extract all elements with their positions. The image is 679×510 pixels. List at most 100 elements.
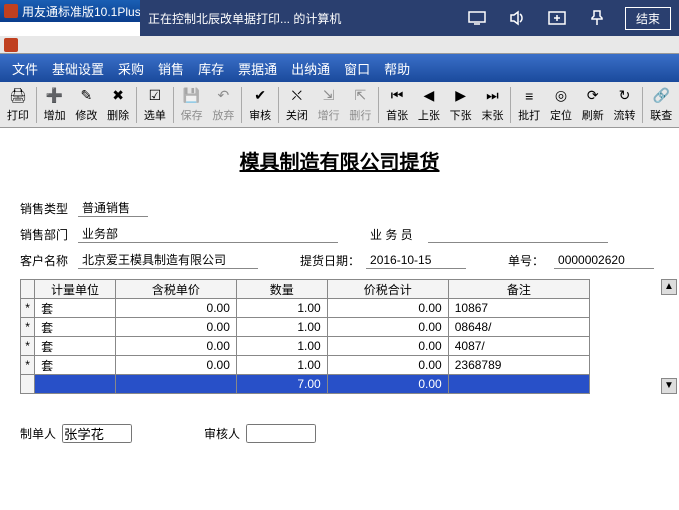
scroll-down-button[interactable]: ▼ bbox=[661, 378, 677, 394]
delete-icon: ✖ bbox=[109, 87, 127, 105]
toolbar-flow-button[interactable]: ↻ 流转 bbox=[610, 84, 640, 126]
plus-icon: ➕ bbox=[46, 87, 64, 105]
batch-icon: ≡ bbox=[520, 87, 538, 105]
menu-window[interactable]: 窗口 bbox=[344, 59, 370, 78]
menu-bar: 文件 基础设置 采购 销售 库存 票据通 出纳通 窗口 帮助 bbox=[0, 54, 679, 82]
menu-sale[interactable]: 销售 bbox=[158, 59, 184, 78]
edit-icon: ✎ bbox=[77, 87, 95, 105]
toolbar-label: 联查 bbox=[650, 107, 672, 123]
select-icon: ☑ bbox=[146, 87, 164, 105]
link-icon: 🔗 bbox=[652, 87, 670, 105]
toolbar-edit-button[interactable]: ✎ 修改 bbox=[72, 84, 102, 126]
toolbar-label: 修改 bbox=[75, 107, 97, 123]
toolbar-label: 批打 bbox=[518, 107, 540, 123]
date-field[interactable] bbox=[366, 251, 466, 269]
toolbar-label: 选单 bbox=[144, 107, 166, 123]
locate-icon: ◎ bbox=[552, 87, 570, 105]
toolbar-label: 删除 bbox=[107, 107, 129, 123]
end-label: 结束 bbox=[636, 12, 660, 26]
monitor-icon[interactable] bbox=[463, 4, 491, 32]
end-session-button[interactable]: 结束 bbox=[625, 7, 671, 30]
menu-cash[interactable]: 出纳通 bbox=[291, 59, 330, 78]
table-row[interactable]: *套0.001.000.0010867 bbox=[21, 299, 590, 318]
delrow-icon: ⇱ bbox=[351, 87, 369, 105]
col-header[interactable]: 数量 bbox=[236, 280, 327, 299]
menu-stock[interactable]: 库存 bbox=[198, 59, 224, 78]
cust-field[interactable] bbox=[78, 251, 258, 269]
toolbar-plus-button[interactable]: ➕ 增加 bbox=[40, 84, 70, 126]
undo-icon: ↶ bbox=[214, 87, 232, 105]
menu-bill[interactable]: 票据通 bbox=[238, 59, 277, 78]
save-icon: 💾 bbox=[183, 87, 201, 105]
form-area: 模具制造有限公司提货 销售类型 销售部门 业 务 员 客户名称 提货日期： 单号… bbox=[0, 128, 679, 510]
toolbar-last-button[interactable]: ⏭ 末张 bbox=[478, 84, 508, 126]
speaker-icon[interactable] bbox=[503, 4, 531, 32]
toolbar-close-button[interactable]: ⛌关闭 bbox=[282, 84, 312, 126]
table-row[interactable]: *套0.001.000.002368789 bbox=[21, 356, 590, 375]
form-title: 模具制造有限公司提货 bbox=[20, 146, 659, 175]
col-header[interactable]: 备注 bbox=[448, 280, 589, 299]
toolbar: 🖨打印➕增加✎修改✖删除☑选单💾保存↶放弃✔审核⛌关闭⇲增行⇱删行⏮首张◀上张▶… bbox=[0, 82, 679, 128]
sale-type-field[interactable] bbox=[78, 199, 148, 217]
docno-label: 单号： bbox=[508, 252, 548, 269]
auditor-field[interactable] bbox=[246, 424, 316, 443]
last-icon: ⏭ bbox=[483, 87, 501, 105]
toolbar-label: 首张 bbox=[386, 107, 408, 123]
col-header[interactable]: 价税合计 bbox=[327, 280, 448, 299]
toolbar-label: 增加 bbox=[44, 107, 66, 123]
toolbar-prev-button[interactable]: ◀ 上张 bbox=[414, 84, 444, 126]
grid-wrap: 计量单位含税单价数量价税合计备注 *套0.001.000.0010867*套0.… bbox=[20, 279, 659, 394]
menu-help[interactable]: 帮助 bbox=[384, 59, 410, 78]
col-header[interactable]: 计量单位 bbox=[35, 280, 116, 299]
refresh-icon: ⟳ bbox=[584, 87, 602, 105]
cust-label: 客户名称 bbox=[20, 252, 72, 269]
scroll-up-button[interactable]: ▲ bbox=[661, 279, 677, 295]
addrow-icon: ⇲ bbox=[320, 87, 338, 105]
sale-type-label: 销售类型 bbox=[20, 200, 72, 217]
mdi-bar bbox=[0, 36, 679, 54]
col-header[interactable]: 含税单价 bbox=[115, 280, 236, 299]
clerk-field[interactable] bbox=[428, 225, 608, 243]
toolbar-label: 打印 bbox=[7, 107, 29, 123]
toolbar-label: 删行 bbox=[349, 107, 371, 123]
pin-icon[interactable] bbox=[583, 4, 611, 32]
toolbar-next-button[interactable]: ▶下张 bbox=[446, 84, 476, 126]
summary-row: 7.000.00 bbox=[21, 375, 590, 394]
toolbar-addrow-button: ⇲ 增行 bbox=[314, 84, 344, 126]
toolbar-label: 末张 bbox=[481, 107, 503, 123]
maker-label: 制单人 bbox=[20, 425, 56, 442]
window-plus-icon[interactable] bbox=[543, 4, 571, 32]
maker-field[interactable] bbox=[62, 424, 132, 443]
toolbar-label: 增行 bbox=[318, 107, 340, 123]
toolbar-select-button[interactable]: ☑ 选单 bbox=[140, 84, 170, 126]
table-row[interactable]: *套0.001.000.004087/ bbox=[21, 337, 590, 356]
next-icon: ▶ bbox=[452, 87, 470, 105]
toolbar-label: 上张 bbox=[418, 107, 440, 123]
close-icon: ⛌ bbox=[288, 87, 306, 105]
docno-field[interactable] bbox=[554, 251, 654, 269]
toolbar-first-button[interactable]: ⏮首张 bbox=[382, 84, 412, 126]
toolbar-label: 审核 bbox=[249, 107, 271, 123]
toolbar-locate-button[interactable]: ◎定位 bbox=[546, 84, 576, 126]
data-grid[interactable]: 计量单位含税单价数量价税合计备注 *套0.001.000.0010867*套0.… bbox=[20, 279, 590, 394]
dept-field[interactable] bbox=[78, 225, 338, 243]
check-icon: ✔ bbox=[251, 87, 269, 105]
menu-basesetup[interactable]: 基础设置 bbox=[52, 59, 104, 78]
toolbar-delete-button[interactable]: ✖ 删除 bbox=[103, 84, 133, 126]
clerk-label: 业 务 员 bbox=[370, 226, 422, 243]
toolbar-label: 保存 bbox=[181, 107, 203, 123]
toolbar-link-button[interactable]: 🔗 联查 bbox=[646, 84, 676, 126]
menu-file[interactable]: 文件 bbox=[12, 59, 38, 78]
app-icon bbox=[4, 4, 18, 18]
prev-icon: ◀ bbox=[420, 87, 438, 105]
toolbar-batch-button[interactable]: ≡ 批打 bbox=[514, 84, 544, 126]
toolbar-check-button[interactable]: ✔ 审核 bbox=[245, 84, 275, 126]
toolbar-refresh-button[interactable]: ⟳刷新 bbox=[578, 84, 608, 126]
toolbar-label: 流转 bbox=[614, 107, 636, 123]
toolbar-printer-button[interactable]: 🖨打印 bbox=[3, 84, 33, 126]
table-row[interactable]: *套0.001.000.0008648/ bbox=[21, 318, 590, 337]
dept-label: 销售部门 bbox=[20, 226, 72, 243]
flow-icon: ↻ bbox=[616, 87, 634, 105]
menu-purchase[interactable]: 采购 bbox=[118, 59, 144, 78]
mdi-icon bbox=[4, 38, 18, 52]
